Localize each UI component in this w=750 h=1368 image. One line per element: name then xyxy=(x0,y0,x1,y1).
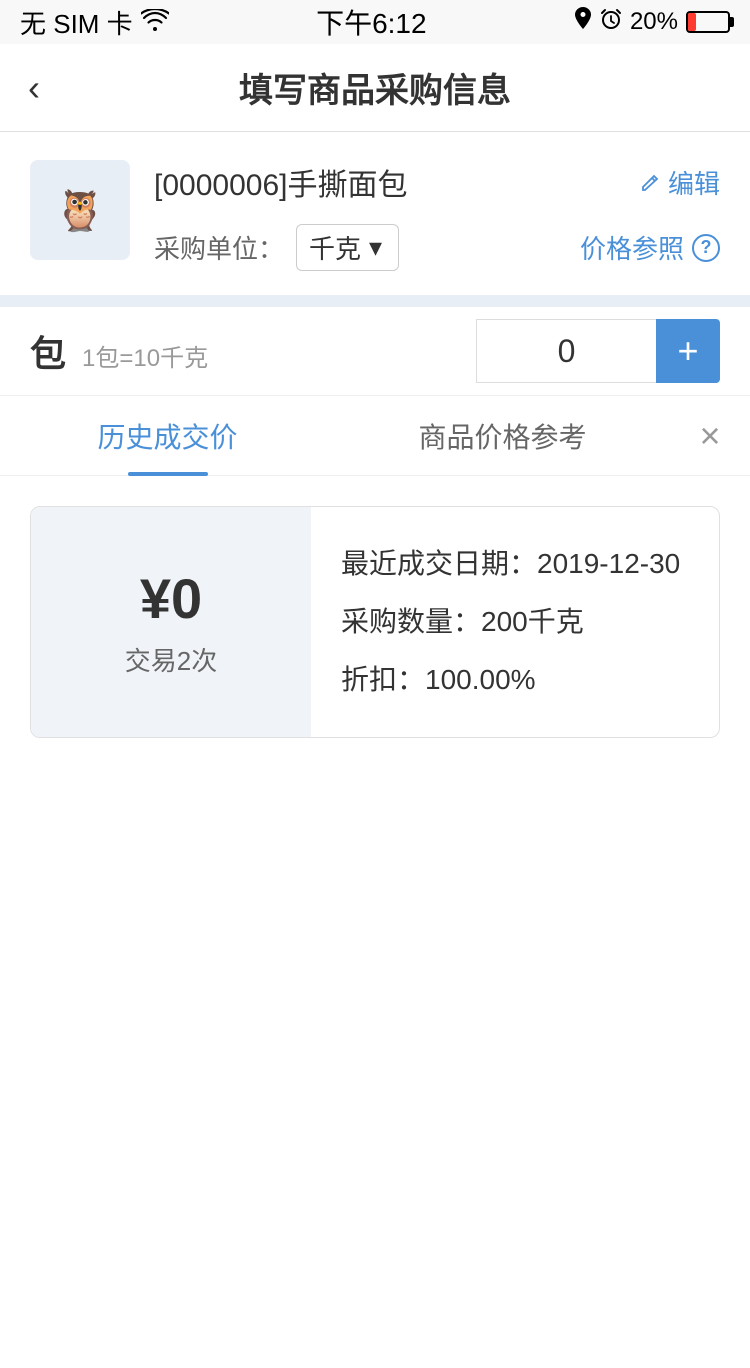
quantity-input-group: 0 + xyxy=(476,319,720,383)
purchase-qty-row: 采购数量：200千克 xyxy=(341,601,689,643)
tab-history-price[interactable]: 历史成交价 xyxy=(0,396,335,476)
tab-close-button[interactable]: × xyxy=(670,415,750,457)
product-card: 🦉 [0000006]手撕面包 编辑 采购单位： 千克 ▾ xyxy=(0,132,750,295)
nav-bar: ‹ 填写商品采购信息 xyxy=(0,44,750,132)
product-image: 🦉 xyxy=(30,160,130,260)
help-circle-icon: ? xyxy=(692,234,720,262)
status-right: 20% xyxy=(574,7,730,38)
unit-label: 采购单位： xyxy=(154,229,284,266)
quantity-input[interactable]: 0 xyxy=(476,319,656,383)
quantity-plus-button[interactable]: + xyxy=(656,319,720,383)
status-time: 下午6:12 xyxy=(316,2,427,42)
gray-divider xyxy=(0,295,750,307)
battery-icon xyxy=(686,11,730,33)
quantity-conversion: 1包=10千克 xyxy=(82,338,208,373)
purchase-qty-label: 采购数量： xyxy=(341,606,481,637)
recent-date-label: 最近成交日期： xyxy=(341,548,537,579)
tab-product-price-ref[interactable]: 商品价格参考 xyxy=(335,396,670,476)
edit-button[interactable]: 编辑 xyxy=(640,164,720,201)
product-name: [0000006]手撕面包 xyxy=(154,160,407,204)
price-reference-button[interactable]: 价格参照 ? xyxy=(580,229,720,266)
alarm-icon xyxy=(600,8,622,37)
recent-date-value: 2019-12-30 xyxy=(537,548,680,579)
location-icon xyxy=(574,7,592,38)
status-left: 无 SIM 卡 xyxy=(20,4,169,41)
tab-bar: 历史成交价 商品价格参考 × xyxy=(0,396,750,476)
price-card-right: 最近成交日期：2019-12-30 采购数量：200千克 折扣：100.00% xyxy=(311,507,719,737)
page-title: 填写商品采购信息 xyxy=(239,63,511,112)
empty-content-area xyxy=(0,768,750,1368)
edit-icon xyxy=(640,171,662,193)
product-info: [0000006]手撕面包 编辑 采购单位： 千克 ▾ xyxy=(154,160,720,271)
back-button[interactable]: ‹ xyxy=(28,67,40,109)
tab-product-price-ref-label: 商品价格参考 xyxy=(418,416,586,456)
tab-section: 历史成交价 商品价格参考 × ¥0 交易2次 最近成交日期：2019-12-30… xyxy=(0,395,750,768)
discount-value: 100.00% xyxy=(425,664,536,695)
quantity-label-group: 包 1包=10千克 xyxy=(30,325,208,377)
unit-dropdown[interactable]: 千克 ▾ xyxy=(296,224,399,271)
quantity-unit: 包 xyxy=(30,325,66,377)
purchase-qty-value: 200千克 xyxy=(481,606,584,637)
history-price-card: ¥0 交易2次 最近成交日期：2019-12-30 采购数量：200千克 折扣：… xyxy=(30,506,720,738)
carrier-label: 无 SIM 卡 xyxy=(20,4,133,41)
battery-percent: 20% xyxy=(630,8,678,36)
recent-date-row: 最近成交日期：2019-12-30 xyxy=(341,543,689,585)
quantity-row: 包 1包=10千克 0 + xyxy=(0,307,750,395)
price-ref-label: 价格参照 xyxy=(580,229,684,266)
tab-content-history: ¥0 交易2次 最近成交日期：2019-12-30 采购数量：200千克 折扣：… xyxy=(0,476,750,768)
discount-label: 折扣： xyxy=(341,664,425,695)
unit-selector[interactable]: 采购单位： 千克 ▾ xyxy=(154,224,399,271)
status-bar: 无 SIM 卡 下午6:12 20% xyxy=(0,0,750,44)
wifi-icon xyxy=(141,7,169,38)
tab-active-indicator xyxy=(128,472,208,476)
price-amount: ¥0 xyxy=(140,566,202,631)
discount-row: 折扣：100.00% xyxy=(341,659,689,701)
dropdown-arrow-icon: ▾ xyxy=(369,232,382,263)
tab-history-price-label: 历史成交价 xyxy=(97,416,237,456)
price-card-left: ¥0 交易2次 xyxy=(31,507,311,737)
transaction-count: 交易2次 xyxy=(125,641,217,678)
unit-value: 千克 xyxy=(309,229,361,266)
product-logo-icon: 🦉 xyxy=(55,187,105,234)
